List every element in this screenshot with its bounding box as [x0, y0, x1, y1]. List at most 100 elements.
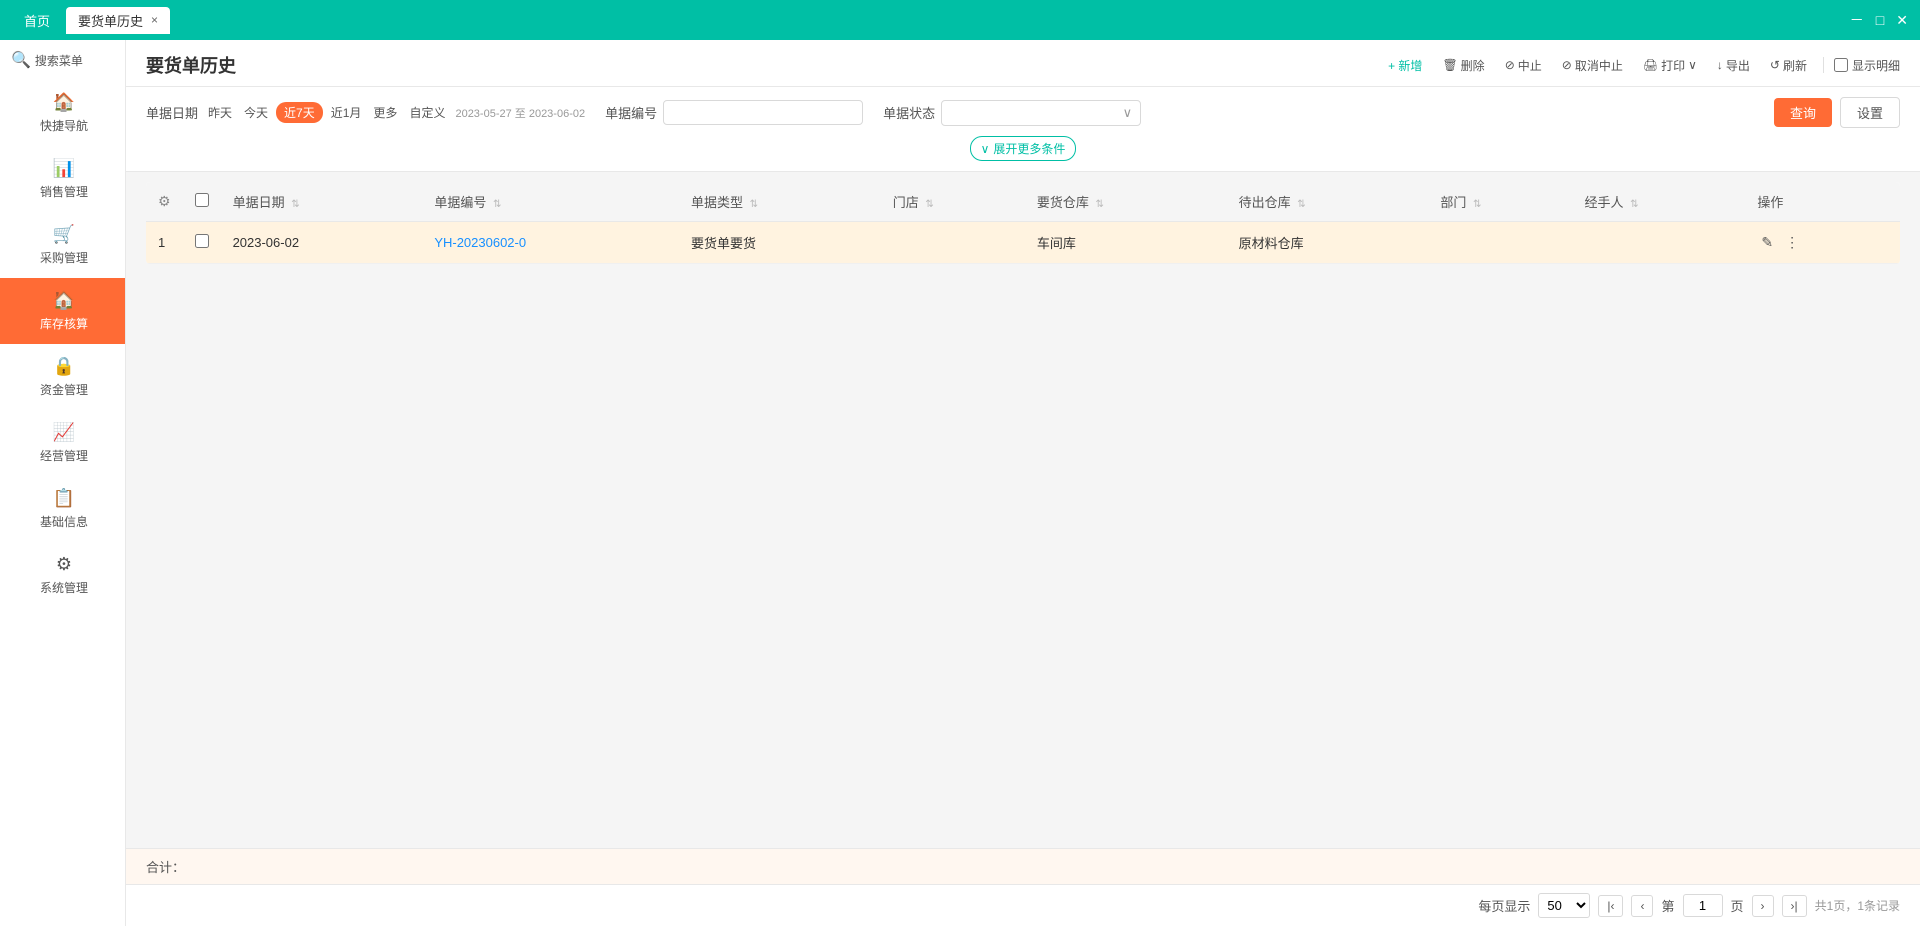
prev-page-button[interactable]: ‹	[1631, 895, 1653, 917]
sidebar-item-purchase[interactable]: 🛒 采购管理	[0, 212, 125, 278]
page-end-label: 页	[1731, 896, 1744, 915]
content-area: 要货单历史 + 新增 🗑 删除 ⊘ 中止 ⊘ 取消中止 🖨	[126, 40, 1920, 926]
cancel-suspend-button[interactable]: ⊘ 取消中止	[1556, 53, 1629, 78]
suspend-button[interactable]: ⊘ 中止	[1499, 53, 1548, 78]
last-page-button[interactable]: ›|	[1782, 895, 1807, 917]
row-doctype-cell: 要货单要货	[679, 222, 881, 264]
shortcut-custom[interactable]: 自定义	[405, 102, 449, 123]
col-department: 部门 ⇅	[1428, 182, 1572, 222]
lock-icon: 🔒	[53, 356, 75, 377]
sort-date-icon[interactable]: ⇅	[291, 199, 299, 210]
table-footer: 合计：	[126, 848, 1920, 884]
maximize-button[interactable]: □	[1876, 12, 1884, 28]
col-docno: 单据编号 ⇅	[422, 182, 679, 222]
page-title: 要货单历史	[146, 52, 236, 78]
col-settings: ⚙	[146, 182, 183, 222]
main-layout: 🔍 搜索菜单 🏠 快捷导航 📊 销售管理 🛒 采购管理 🏠 库存核算 🔒 资金管…	[0, 40, 1920, 926]
sidebar-item-operations[interactable]: 📈 经营管理	[0, 410, 125, 476]
tab-history[interactable]: 要货单历史 ×	[66, 7, 170, 34]
operations-icon: 📈	[53, 422, 75, 443]
sort-reqwarehouse-icon[interactable]: ⇅	[1095, 199, 1103, 210]
query-button[interactable]: 查询	[1774, 98, 1832, 127]
row-docno-cell: YH-20230602-0	[422, 222, 679, 264]
top-bar: 首页 要货单历史 × － □ ✕	[0, 0, 1920, 40]
shortcut-more[interactable]: 更多	[369, 102, 401, 123]
delete-icon: 🗑	[1442, 58, 1457, 72]
col-reqwarehouse: 要货仓库 ⇅	[1025, 182, 1227, 222]
sidebar-item-inventory[interactable]: 🏠 库存核算	[0, 278, 125, 344]
docno-input[interactable]	[663, 100, 863, 125]
row-actions-cell: ✎ ⋮	[1745, 222, 1900, 264]
print-button[interactable]: 🖨 打印 ∨	[1637, 53, 1703, 78]
sort-docno-icon[interactable]: ⇅	[493, 199, 501, 210]
table-settings-icon[interactable]: ⚙	[158, 193, 171, 209]
filter-row: 单据日期 昨天 今天 近7天 近1月 更多 自定义 2023-05-27 至 2…	[146, 97, 1900, 128]
delete-button[interactable]: 🗑 删除	[1436, 53, 1490, 78]
sort-store-icon[interactable]: ⇅	[925, 199, 933, 210]
sidebar-search[interactable]: 🔍 搜索菜单	[0, 40, 125, 80]
next-page-button[interactable]: ›	[1752, 895, 1774, 917]
close-button[interactable]: ✕	[1896, 12, 1908, 29]
expand-more-btn[interactable]: ∨ 展开更多条件	[970, 136, 1077, 161]
suspend-icon: ⊘	[1505, 58, 1515, 72]
sidebar-item-finance[interactable]: 🔒 资金管理	[0, 344, 125, 410]
row-store-cell	[881, 222, 1025, 264]
row-pendingwarehouse-cell: 原材料仓库	[1227, 222, 1429, 264]
search-icon: 🔍	[11, 50, 31, 70]
status-select[interactable]: ∨	[941, 100, 1141, 126]
export-button[interactable]: ↓ 导出	[1711, 53, 1756, 78]
display-detail-checkbox[interactable]: 显示明细	[1834, 57, 1900, 74]
cancel-suspend-icon: ⊘	[1562, 58, 1572, 72]
table-header-row: ⚙ 单据日期 ⇅ 单据编号 ⇅	[146, 182, 1900, 222]
filter-date: 单据日期 昨天 今天 近7天 近1月 更多 自定义 2023-05-27 至 2…	[146, 102, 585, 123]
table-row: 1 2023-06-02 YH-20230602-0 要货单要货 车间库 原材料…	[146, 222, 1900, 264]
col-pendingwarehouse: 待出仓库 ⇅	[1227, 182, 1429, 222]
sort-pendingwarehouse-icon[interactable]: ⇅	[1297, 199, 1305, 210]
col-checkbox	[183, 182, 221, 222]
first-page-button[interactable]: |‹	[1598, 895, 1623, 917]
display-detail-input[interactable]	[1834, 58, 1848, 72]
sidebar-item-sales[interactable]: 📊 销售管理	[0, 146, 125, 212]
col-handler: 经手人 ⇅	[1572, 182, 1745, 222]
docno-label: 单据编号	[605, 103, 657, 122]
pagination-bar: 每页显示 50 100 200 |‹ ‹ 第 页 › ›| 共1页，1条记录	[126, 884, 1920, 926]
close-tab-icon[interactable]: ×	[151, 13, 158, 27]
sidebar-item-quick-nav[interactable]: 🏠 快捷导航	[0, 80, 125, 146]
cart-icon: 🛒	[53, 224, 75, 245]
row-checkbox[interactable]	[195, 234, 209, 248]
col-operations: 操作	[1745, 182, 1900, 222]
print-icon: 🖨	[1643, 58, 1658, 72]
row-docno-link[interactable]: YH-20230602-0	[434, 235, 526, 250]
filter-right-actions: 查询 设置	[1774, 97, 1900, 128]
status-select-dropdown-icon: ∨	[1123, 105, 1133, 121]
row-edit-button[interactable]: ✎	[1757, 232, 1777, 253]
select-all-checkbox[interactable]	[195, 193, 209, 207]
sidebar-item-system[interactable]: ⚙ 系统管理	[0, 542, 125, 608]
row-department-cell	[1428, 222, 1572, 264]
new-button[interactable]: + 新增	[1382, 53, 1428, 78]
page-label: 第	[1661, 896, 1674, 915]
shortcut-1month[interactable]: 近1月	[327, 102, 366, 123]
sort-department-icon[interactable]: ⇅	[1473, 199, 1481, 210]
home-icon: 🏠	[53, 92, 75, 113]
shortcut-today[interactable]: 今天	[240, 102, 272, 123]
tab-home[interactable]: 首页	[12, 7, 62, 34]
row-checkbox-cell	[183, 222, 221, 264]
row-more-button[interactable]: ⋮	[1781, 232, 1803, 253]
summary-label: 合计：	[146, 860, 185, 875]
minimize-button[interactable]: －	[1850, 10, 1864, 30]
shortcut-yesterday[interactable]: 昨天	[204, 102, 236, 123]
expand-more[interactable]: ∨ 展开更多条件	[146, 136, 1900, 161]
refresh-button[interactable]: ↺ 刷新	[1764, 53, 1813, 78]
page-number-input[interactable]	[1683, 894, 1723, 917]
shortcut-7days[interactable]: 近7天	[276, 102, 323, 123]
sidebar-item-basic-info[interactable]: 📋 基础信息	[0, 476, 125, 542]
settings-button[interactable]: 设置	[1840, 97, 1900, 128]
table-container: ⚙ 单据日期 ⇅ 单据编号 ⇅	[126, 172, 1920, 848]
sort-doctype-icon[interactable]: ⇅	[750, 199, 758, 210]
header-actions: + 新增 🗑 删除 ⊘ 中止 ⊘ 取消中止 🖨 打印 ∨	[1382, 53, 1900, 78]
sort-handler-icon[interactable]: ⇅	[1630, 199, 1638, 210]
expand-icon: ∨	[981, 142, 990, 156]
per-page-select[interactable]: 50 100 200	[1538, 893, 1590, 918]
status-label: 单据状态	[883, 103, 935, 122]
